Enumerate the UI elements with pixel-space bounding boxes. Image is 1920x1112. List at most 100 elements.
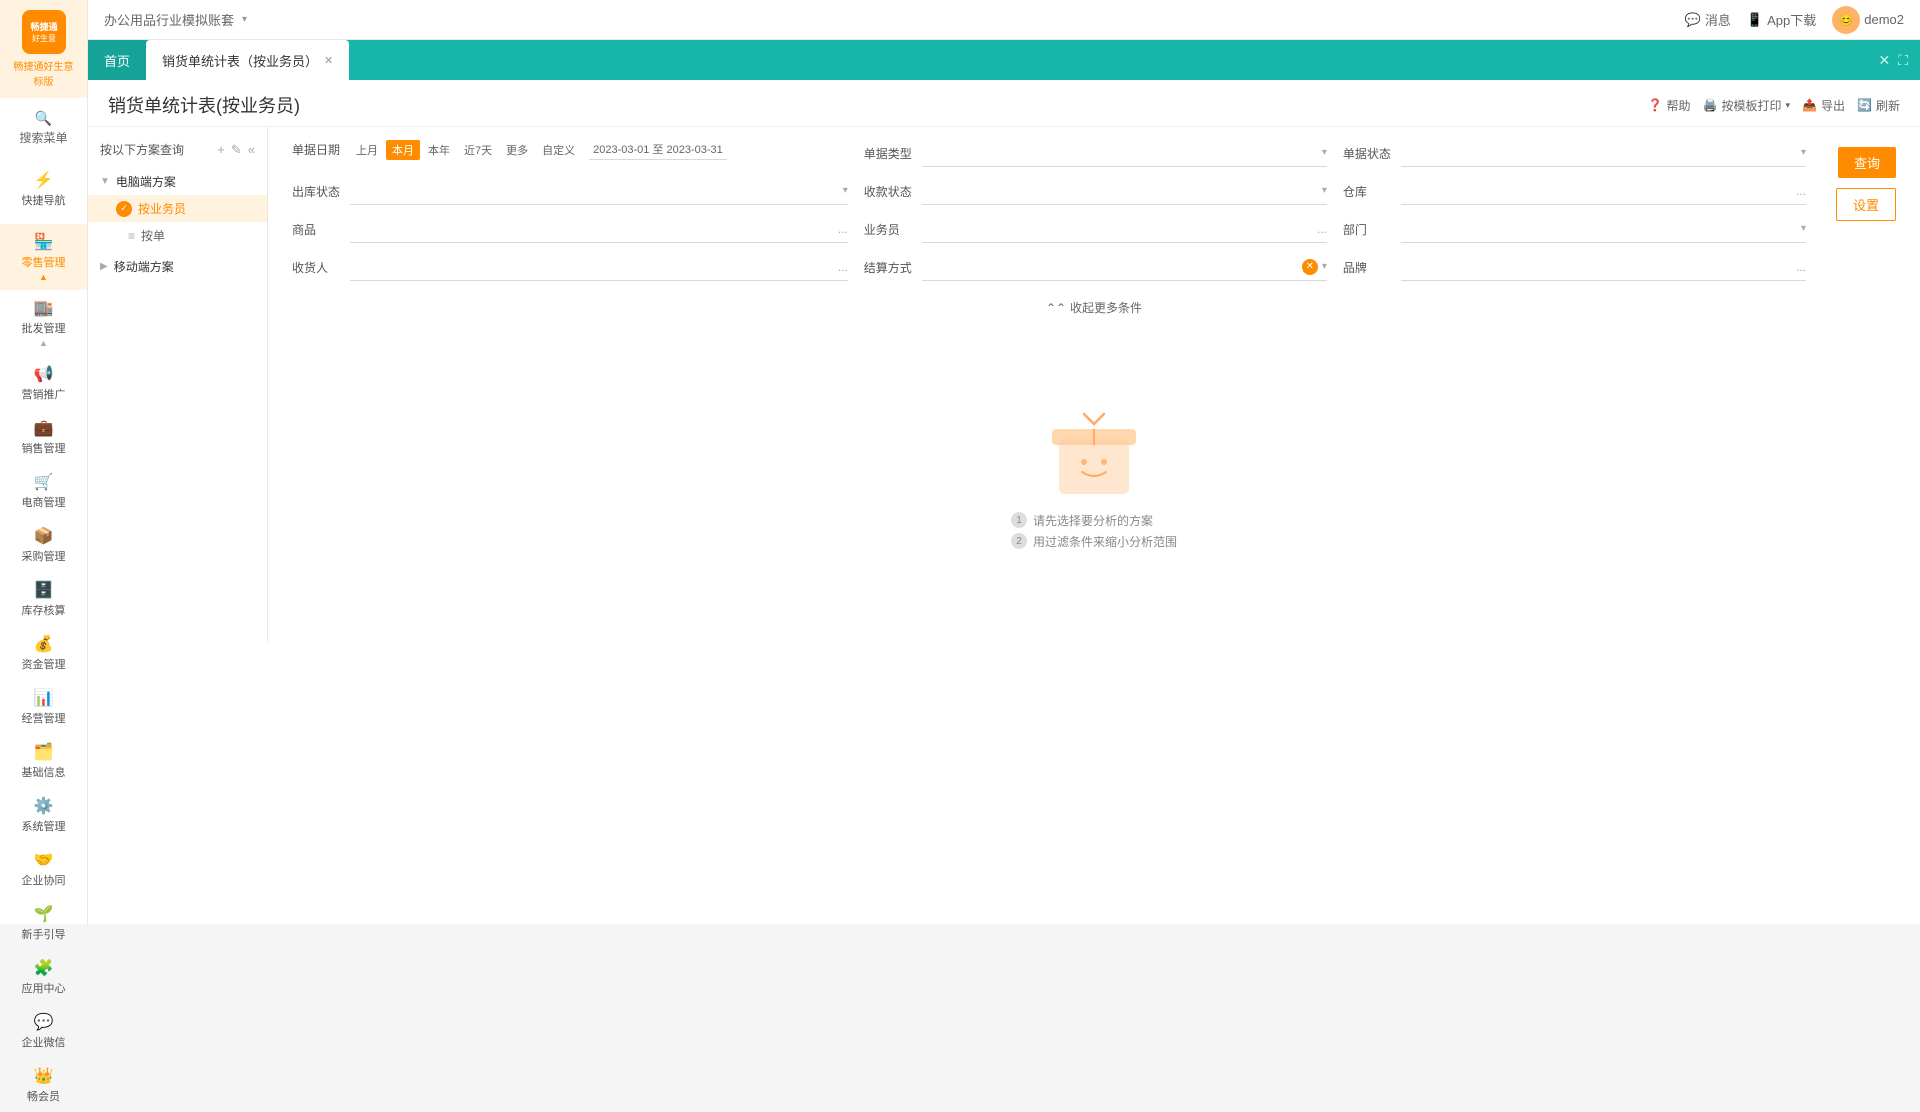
- apps-label: 应用中心: [22, 980, 66, 996]
- date-tab-more[interactable]: 更多: [500, 140, 534, 160]
- sidebar-item-purchase[interactable]: 📦 采购管理: [0, 518, 87, 572]
- doc-type-label: 单据类型: [864, 145, 914, 162]
- inventory-icon: 🗄️: [34, 580, 54, 600]
- wechat-icon: 💬: [34, 1012, 54, 1032]
- sidebar-item-wechat[interactable]: 💬 企业微信: [0, 1004, 87, 1058]
- tabbar: 首页 销货单统计表（按业务员） ✕ ✕ ⛶: [88, 40, 1920, 80]
- print-label: 按模板打印: [1722, 97, 1782, 114]
- sidebar-item-wholesale[interactable]: 🏬 批发管理 ▲: [0, 290, 87, 356]
- edit-schema-icon[interactable]: ✎: [231, 142, 242, 158]
- schema-group-desktop-label[interactable]: ▼ 电脑端方案: [88, 168, 267, 195]
- warehouse-dots-icon: ...: [1796, 184, 1806, 198]
- salesperson-control[interactable]: ...: [922, 215, 1327, 243]
- goods-control[interactable]: ...: [350, 215, 848, 243]
- sidebar-item-enterprise[interactable]: 🤝 企业协同: [0, 842, 87, 896]
- schema-group-mobile-text: 移动端方案: [114, 258, 174, 275]
- topbar-dropdown-icon[interactable]: ▾: [242, 14, 247, 25]
- tab-maximize-icon[interactable]: ⛶: [1898, 52, 1908, 69]
- sidebar-item-apps[interactable]: 🧩 应用中心: [0, 950, 87, 1004]
- date-tab-this-month[interactable]: 本月: [386, 140, 420, 160]
- page-header-actions: ❓ 帮助 🖨️ 按模板打印 ▾ 📤 导出 🔄 刷新: [1648, 97, 1900, 114]
- consignee-control[interactable]: ...: [350, 253, 848, 281]
- goods-dots-icon: ...: [838, 222, 848, 236]
- user-name: demo2: [1864, 12, 1904, 27]
- group-arrow-icon: ▼: [100, 176, 110, 187]
- empty-icon: [1034, 404, 1154, 504]
- empty-hint-2: 2 用过滤条件来缩小分析范围: [1011, 533, 1177, 550]
- payment-status-control[interactable]: ▾: [922, 177, 1327, 205]
- payment-method-clear-icon[interactable]: ✕: [1302, 259, 1318, 275]
- search-section: 🔍 搜索菜单: [0, 98, 87, 154]
- warehouse-control[interactable]: ...: [1401, 177, 1806, 205]
- tab-minimize-icon[interactable]: ✕: [1878, 52, 1890, 69]
- sidebar-item-system[interactable]: ⚙️ 系统管理: [0, 788, 87, 842]
- schema-group-mobile-label[interactable]: ▶ 移动端方案: [88, 253, 267, 280]
- operation-label: 经营管理: [22, 710, 66, 726]
- tab-sales-stats[interactable]: 销货单统计表（按业务员） ✕: [146, 40, 349, 80]
- sidebar-item-newbie[interactable]: 🌱 新手引导: [0, 896, 87, 950]
- filter-payment-method: 结算方式 ✕ ▾: [856, 253, 1335, 281]
- filter-out-status: 出库状态 ▾: [284, 177, 856, 205]
- help-icon: ❓: [1648, 98, 1663, 112]
- collapse-panel-icon[interactable]: «: [248, 142, 255, 157]
- date-tab-7days[interactable]: 近7天: [458, 140, 498, 160]
- sidebar-item-sales[interactable]: 💼 销售管理: [0, 410, 87, 464]
- filter-brand: 品牌 ...: [1335, 253, 1814, 281]
- date-tab-this-year[interactable]: 本年: [422, 140, 456, 160]
- doc-status-control[interactable]: ▾: [1401, 139, 1806, 167]
- out-status-control[interactable]: ▾: [350, 177, 848, 205]
- topbar-right: 💬 消息 📱 App下载 😊 demo2: [1685, 6, 1904, 34]
- schema-item-by-salesperson[interactable]: ✓ 按业务员: [88, 195, 267, 222]
- date-tab-custom[interactable]: 自定义: [536, 140, 581, 160]
- user-profile[interactable]: 😊 demo2: [1832, 6, 1904, 34]
- member-icon: 👑: [34, 1066, 54, 1086]
- logo-icon: 畅捷通 好生意: [22, 10, 66, 54]
- add-schema-icon[interactable]: +: [217, 142, 225, 157]
- sidebar-item-marketing[interactable]: 📢 营销推广: [0, 356, 87, 410]
- doc-type-control[interactable]: ▾: [922, 139, 1327, 167]
- settings-button[interactable]: 设置: [1836, 188, 1896, 221]
- collapse-row: ⌃⌃ 收起更多条件: [284, 291, 1904, 324]
- sidebar-item-quick-nav[interactable]: ⚡ 快捷导航: [0, 162, 87, 216]
- collapse-button[interactable]: ⌃⌃ 收起更多条件: [1034, 295, 1154, 320]
- inventory-label: 库存核算: [22, 602, 66, 618]
- left-panel: 按以下方案查询 + ✎ « ▼ 电脑端方案 ✓: [88, 127, 268, 642]
- sidebar-item-ecommerce[interactable]: 🛒 电商管理: [0, 464, 87, 518]
- sidebar-item-finance[interactable]: 💰 资金管理: [0, 626, 87, 680]
- filter-payment-status: 收款状态 ▾: [856, 177, 1335, 205]
- department-control[interactable]: ▾: [1401, 215, 1806, 243]
- message-button[interactable]: 💬 消息: [1685, 10, 1731, 29]
- sidebar-item-basic[interactable]: 🗂️ 基础信息: [0, 734, 87, 788]
- topbar-app-title: 办公用品行业模拟账套: [104, 10, 234, 29]
- sidebar-item-inventory[interactable]: 🗄️ 库存核算: [0, 572, 87, 626]
- date-tab-last-month[interactable]: 上月: [350, 140, 384, 160]
- tabbar-actions: ✕ ⛶: [1878, 52, 1920, 69]
- message-label: 消息: [1705, 10, 1731, 29]
- search-menu-button[interactable]: 🔍 搜索菜单: [8, 106, 79, 150]
- sidebar-item-operation[interactable]: 📊 经营管理: [0, 680, 87, 734]
- schema-item-by-order[interactable]: ≡ 按单: [88, 222, 267, 249]
- tab-close-icon[interactable]: ✕: [324, 54, 333, 67]
- topbar-left: 办公用品行业模拟账套 ▾: [104, 10, 247, 29]
- date-range-display[interactable]: 2023-03-01 至 2023-03-31: [589, 139, 727, 160]
- print-button[interactable]: 🖨️ 按模板打印 ▾: [1703, 97, 1791, 114]
- sidebar-item-member[interactable]: 👑 畅会员: [0, 1058, 87, 1112]
- tab-home[interactable]: 首页: [88, 40, 146, 80]
- brand-control[interactable]: ...: [1401, 253, 1806, 281]
- refresh-button[interactable]: 🔄 刷新: [1857, 97, 1900, 114]
- schema-group-desktop: ▼ 电脑端方案 ✓ 按业务员 ≡ 按单: [88, 168, 267, 249]
- ecommerce-label: 电商管理: [22, 494, 66, 510]
- export-button[interactable]: 📤 导出: [1802, 97, 1845, 114]
- svg-text:畅捷通: 畅捷通: [30, 21, 57, 32]
- app-download-button[interactable]: 📱 App下载: [1747, 10, 1816, 29]
- goods-label: 商品: [292, 221, 342, 238]
- wholesale-arrow-icon: ▲: [39, 338, 48, 348]
- collapse-label: 收起更多条件: [1070, 299, 1142, 316]
- query-button[interactable]: 查询: [1838, 147, 1896, 178]
- svg-text:好生意: 好生意: [32, 33, 56, 43]
- help-button[interactable]: ❓ 帮助: [1648, 97, 1691, 114]
- collapse-arrow-icon: ⌃⌃: [1046, 301, 1066, 315]
- payment-method-control[interactable]: ✕ ▾: [922, 253, 1327, 281]
- empty-illustration: [1034, 404, 1154, 504]
- sidebar-item-retail[interactable]: 🏪 零售管理 ▲: [0, 224, 87, 290]
